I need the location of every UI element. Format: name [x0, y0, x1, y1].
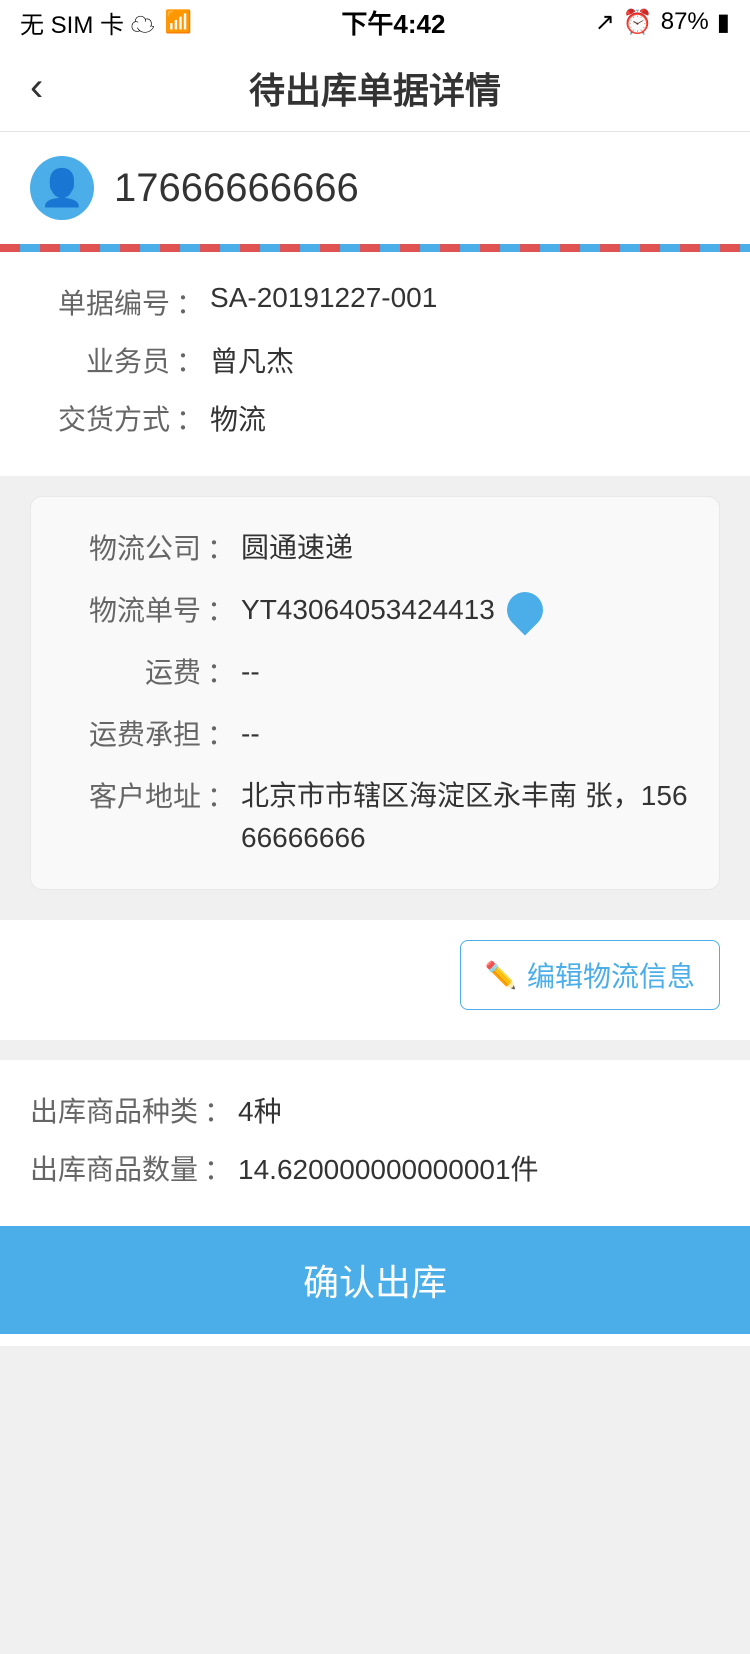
address-row: 客户地址 ： 北京市市辖区海淀区永丰南 张，156 66666666: [61, 775, 689, 859]
goods-types-row: 出库商品种类 ： 4种: [30, 1090, 720, 1130]
avatar: 👤: [30, 156, 94, 220]
avatar-icon: 👤: [40, 167, 85, 209]
sales-person-label: 业务员: [30, 340, 170, 380]
battery-icon: ▮: [717, 8, 730, 37]
tracking-no-row: 物流单号 ： YT43064053424413: [61, 589, 689, 631]
order-info-section: 单据编号 ： SA-20191227-001 业务员 ： 曾凡杰 交货方式 ： …: [0, 252, 750, 476]
status-bar: 无 SIM 卡 ☁ 📶 下午4:42 ↗ ⏰ 87% ▮: [0, 0, 750, 44]
delivery-method-row: 交货方式 ： 物流: [30, 398, 720, 438]
sim-label: 无 SIM 卡 ☁: [20, 5, 155, 40]
goods-section: 出库商品种类 ： 4种 出库商品数量 ： 14.620000000000001件: [0, 1060, 750, 1226]
alarm-icon: ⏰: [623, 8, 653, 37]
goods-quantity-label: 出库商品数量: [30, 1148, 198, 1188]
sales-person-row: 业务员 ： 曾凡杰: [30, 340, 720, 380]
location-icon: ↗: [595, 8, 615, 37]
address-value: 北京市市辖区海淀区永丰南 张，156 66666666: [241, 775, 689, 859]
order-no-label: 单据编号: [30, 282, 170, 322]
logistics-company-label: 物流公司: [61, 527, 201, 567]
dashed-divider: [0, 244, 750, 252]
freight-bear-row: 运费承担 ： --: [61, 713, 689, 755]
page-title: 待出库单据详情: [249, 62, 501, 114]
customer-header: 👤 17666666666: [0, 132, 750, 244]
address-label: 客户地址: [61, 775, 201, 815]
status-left: 无 SIM 卡 ☁ 📶: [20, 5, 192, 40]
goods-quantity-row: 出库商品数量 ： 14.620000000000001件: [30, 1148, 720, 1188]
section-divider-1: [0, 1040, 750, 1060]
logistics-company-value: 圆通速递: [241, 527, 689, 569]
edit-logistics-button[interactable]: ✏️ 编辑物流信息: [460, 940, 720, 1010]
freight-value: --: [241, 651, 689, 693]
logistics-card: 物流公司 ： 圆通速递 物流单号 ： YT43064053424413 运费 ：…: [30, 496, 720, 890]
tracking-no-value: YT43064053424413: [241, 589, 689, 631]
edit-btn-label: 编辑物流信息: [527, 955, 695, 995]
sales-person-value: 曾凡杰: [210, 340, 720, 380]
order-no-row: 单据编号 ： SA-20191227-001: [30, 282, 720, 322]
nav-bar: ‹ 待出库单据详情: [0, 44, 750, 132]
edit-btn-row: ✏️ 编辑物流信息: [0, 920, 750, 1040]
goods-types-value: 4种: [238, 1090, 282, 1130]
goods-types-label: 出库商品种类: [30, 1090, 198, 1130]
status-time: 下午4:42: [341, 4, 445, 41]
freight-label: 运费: [61, 651, 201, 691]
tracking-no-label: 物流单号: [61, 589, 201, 629]
order-no-value: SA-20191227-001: [210, 282, 720, 314]
battery-level: 87%: [661, 8, 709, 36]
confirm-btn-label: 确认出库: [303, 1254, 447, 1306]
delivery-method-value: 物流: [210, 398, 720, 438]
goods-quantity-value: 14.620000000000001件: [238, 1148, 539, 1188]
status-right: ↗ ⏰ 87% ▮: [595, 8, 730, 37]
edit-icon: ✏️: [485, 960, 517, 991]
customer-phone: 17666666666: [114, 166, 359, 211]
freight-row: 运费 ： --: [61, 651, 689, 693]
logistics-company-row: 物流公司 ： 圆通速递: [61, 527, 689, 569]
freight-bear-label: 运费承担: [61, 713, 201, 753]
back-button[interactable]: ‹: [30, 65, 43, 110]
confirm-button[interactable]: 确认出库: [0, 1226, 750, 1334]
empty-space: [0, 1346, 750, 1546]
delivery-method-label: 交货方式: [30, 398, 170, 438]
map-pin-icon[interactable]: [499, 585, 550, 636]
freight-bear-value: --: [241, 713, 689, 755]
wifi-icon: 📶: [165, 9, 192, 35]
